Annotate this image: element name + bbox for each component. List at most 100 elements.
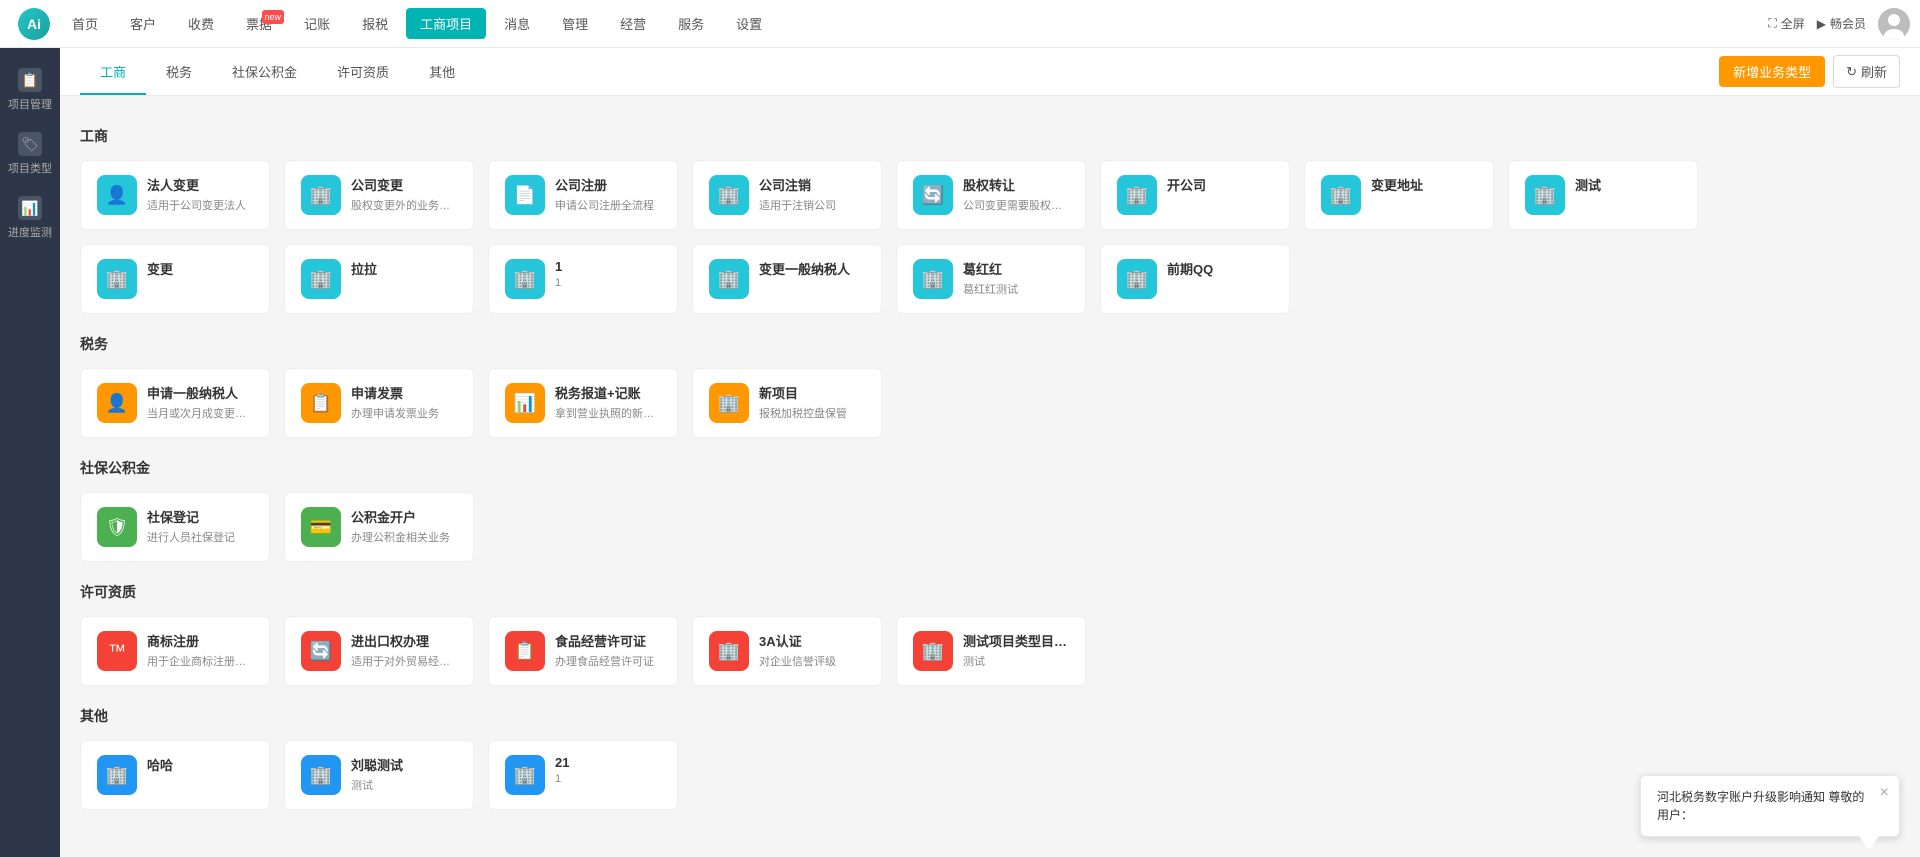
tab-other[interactable]: 其他 [409, 48, 475, 95]
nav-item-ticket[interactable]: 票据new [232, 8, 286, 39]
card-card-import-export[interactable]: 🔄进出口权办理适用于对外贸易经营者 [284, 616, 474, 686]
card-card-company-change[interactable]: 🏢公司变更股权变更外的业务变更 [284, 160, 474, 230]
card-card-3a-cert[interactable]: 🏢3A认证对企业信誉评级 [692, 616, 882, 686]
section-shuiwu-section: 税务👤申请一般纳税人当月或次月成变更完成📋申请发票办理申请发票业务📊税务报道+记… [80, 334, 1900, 438]
card-icon-card-test: 🏢 [1525, 175, 1565, 215]
refresh-icon: ↻ [1846, 64, 1857, 80]
card-desc-card-import-export: 适用于对外贸易经营者 [351, 653, 457, 669]
nav-item-home[interactable]: 首页 [58, 8, 112, 39]
sidebar-item-progress-monitor[interactable]: 📊进度监测 [0, 186, 60, 250]
card-info-card-test: 测试 [1575, 175, 1681, 197]
card-info-card-new-project: 新项目报税加税控盘保管 [759, 383, 865, 421]
card-info-card-open-company: 开公司 [1167, 175, 1273, 197]
sidebar-icon-progress-monitor: 📊 [18, 196, 42, 220]
card-title-card-change-address: 变更地址 [1371, 175, 1477, 194]
card-title-card-company-cancel: 公司注销 [759, 175, 865, 194]
nav-item-accounting[interactable]: 记账 [290, 8, 344, 39]
cards-grid-xuke-section: ™商标注册用于企业商标注册服务🔄进出口权办理适用于对外贸易经营者📋食品经营许可证… [80, 616, 1900, 686]
section-title-gongshang-section: 工商 [80, 126, 1900, 146]
nav-item-message[interactable]: 消息 [490, 8, 544, 39]
card-desc-card-gehonghong: 葛红红测试 [963, 281, 1069, 297]
card-card-tax-report[interactable]: 📊税务报道+记账拿到营业执照的新公司 [488, 368, 678, 438]
tab-shebao[interactable]: 社保公积金 [212, 48, 317, 95]
sidebar-label-project-type: 项目类型 [8, 160, 52, 176]
card-info-card-3a-cert: 3A认证对企业信誉评级 [759, 631, 865, 669]
card-title-card-food-license: 食品经营许可证 [555, 631, 661, 650]
card-card-open-company[interactable]: 🏢开公司 [1100, 160, 1290, 230]
nav-item-operation[interactable]: 经营 [606, 8, 660, 39]
nav-item-service[interactable]: 服务 [664, 8, 718, 39]
notification-close-btn[interactable]: × [1880, 784, 1889, 802]
card-card-company-cancel[interactable]: 🏢公司注销适用于注销公司 [692, 160, 882, 230]
card-card-apply-taxpayer[interactable]: 👤申请一般纳税人当月或次月成变更完成 [80, 368, 270, 438]
section-xuke-section: 许可资质™商标注册用于企业商标注册服务🔄进出口权办理适用于对外贸易经营者📋食品经… [80, 582, 1900, 686]
card-info-card-tax-report: 税务报道+记账拿到营业执照的新公司 [555, 383, 661, 421]
member-label: 畅会员 [1830, 15, 1866, 32]
card-card-social-reg[interactable]: 🛡社保登记进行人员社保登记 [80, 492, 270, 562]
card-icon-card-gehonghong: 🏢 [913, 259, 953, 299]
card-card-lala[interactable]: 🏢拉拉 [284, 244, 474, 314]
nav-item-manage[interactable]: 管理 [548, 8, 602, 39]
card-card-apply-invoice[interactable]: 📋申请发票办理申请发票业务 [284, 368, 474, 438]
card-info-card-trademark: 商标注册用于企业商标注册服务 [147, 631, 253, 669]
section-shebao-section: 社保公积金 🛡社保登记进行人员社保登记💳公积金开户办理公积金相关业务 [80, 458, 1900, 562]
card-card-liu-ce-test[interactable]: 🏢刘聪测试测试 [284, 740, 474, 810]
card-info-card-change-taxpayer: 变更一般纳税人 [759, 259, 865, 281]
card-info-card-fund-open: 公积金开户办理公积金相关业务 [351, 507, 457, 545]
card-card-trademark[interactable]: ™商标注册用于企业商标注册服务 [80, 616, 270, 686]
card-title-card-gehonghong: 葛红红 [963, 259, 1069, 278]
card-card-21[interactable]: 🏢211 [488, 740, 678, 810]
tab-xuke[interactable]: 许可资质 [317, 48, 409, 95]
nav-item-settings[interactable]: 设置 [722, 8, 776, 39]
card-card-test-project-type[interactable]: 🏢测试项目类型目定义测试 [896, 616, 1086, 686]
card-info-card-company-change: 公司变更股权变更外的业务变更 [351, 175, 457, 213]
sidebar-icon-project-manage: 📋 [18, 68, 42, 92]
nav-item-bizproject[interactable]: 工商项目 [406, 8, 486, 39]
content-area: 工商👤法人变更适用于公司变更法人🏢公司变更股权变更外的业务变更📄公司注册申请公司… [60, 96, 1920, 850]
card-info-card-change-address: 变更地址 [1371, 175, 1477, 197]
card-card-new-project[interactable]: 🏢 新项目报税加税控盘保管 [692, 368, 882, 438]
card-card-change-address[interactable]: 🏢变更地址 [1304, 160, 1494, 230]
fullscreen-icon: ⛶ [1768, 16, 1776, 31]
nav-item-billing[interactable]: 收费 [174, 8, 228, 39]
card-card-test[interactable]: 🏢 测试 [1508, 160, 1698, 230]
nav-item-customer[interactable]: 客户 [116, 8, 170, 39]
sidebar-item-project-manage[interactable]: 📋 项目管理 [0, 58, 60, 122]
app-logo[interactable]: Ai [10, 0, 58, 48]
new-type-button[interactable]: 新增业务类型 [1719, 56, 1825, 87]
card-icon-card-21: 🏢 [505, 755, 545, 795]
refresh-button[interactable]: ↻ 刷新 [1833, 55, 1900, 88]
card-info-card-lala: 拉拉 [351, 259, 457, 281]
card-card-haha[interactable]: 🏢哈哈 [80, 740, 270, 810]
card-desc-card-new-project: 报税加税控盘保管 [759, 405, 865, 421]
section-title-other-section: 其他 [80, 706, 1900, 726]
tab-gongshang[interactable]: 工商 [80, 48, 146, 95]
card-card-change-taxpayer[interactable]: 🏢变更一般纳税人 [692, 244, 882, 314]
section-title-shebao-section: 社保公积金 [80, 458, 1900, 478]
member-btn[interactable]: ▶ 畅会员 [1817, 15, 1866, 32]
user-avatar[interactable] [1878, 8, 1910, 40]
card-title-card-test-project-type: 测试项目类型目定义 [963, 631, 1069, 650]
card-desc-card-21: 1 [555, 773, 661, 785]
card-card-legal-change[interactable]: 👤法人变更适用于公司变更法人 [80, 160, 270, 230]
nav-item-tax[interactable]: 报税 [348, 8, 402, 39]
fullscreen-btn[interactable]: ⛶ 全屏 [1768, 15, 1804, 32]
card-icon-card-apply-invoice: 📋 [301, 383, 341, 423]
card-card-fund-open[interactable]: 💳公积金开户办理公积金相关业务 [284, 492, 474, 562]
tab-shuiwu[interactable]: 税务 [146, 48, 212, 95]
card-title-card-social-reg: 社保登记 [147, 507, 253, 526]
card-card-stock-transfer[interactable]: 🔄股权转让公司变更需要股权转让 [896, 160, 1086, 230]
sidebar-label-project-manage: 项目管理 [8, 96, 52, 112]
card-title-card-liu-ce-test: 刘聪测试 [351, 755, 457, 774]
card-title-card-company-reg: 公司注册 [555, 175, 661, 194]
card-card-1[interactable]: 🏢11 [488, 244, 678, 314]
card-card-prev-qq[interactable]: 🏢前期QQ [1100, 244, 1290, 314]
top-nav: Ai 首页客户收费票据new记账报税工商项目消息管理经营服务设置 ⛶ 全屏 ▶ … [0, 0, 1920, 48]
card-title-card-1: 1 [555, 259, 661, 274]
card-card-food-license[interactable]: 📋食品经营许可证办理食品经营许可证 [488, 616, 678, 686]
card-card-change[interactable]: 🏢变更 [80, 244, 270, 314]
card-card-gehonghong[interactable]: 🏢 葛红红葛红红测试 [896, 244, 1086, 314]
card-card-company-reg[interactable]: 📄公司注册申请公司注册全流程 [488, 160, 678, 230]
card-icon-card-new-project: 🏢 [709, 383, 749, 423]
sidebar-item-project-type[interactable]: 🏷项目类型 [0, 122, 60, 186]
